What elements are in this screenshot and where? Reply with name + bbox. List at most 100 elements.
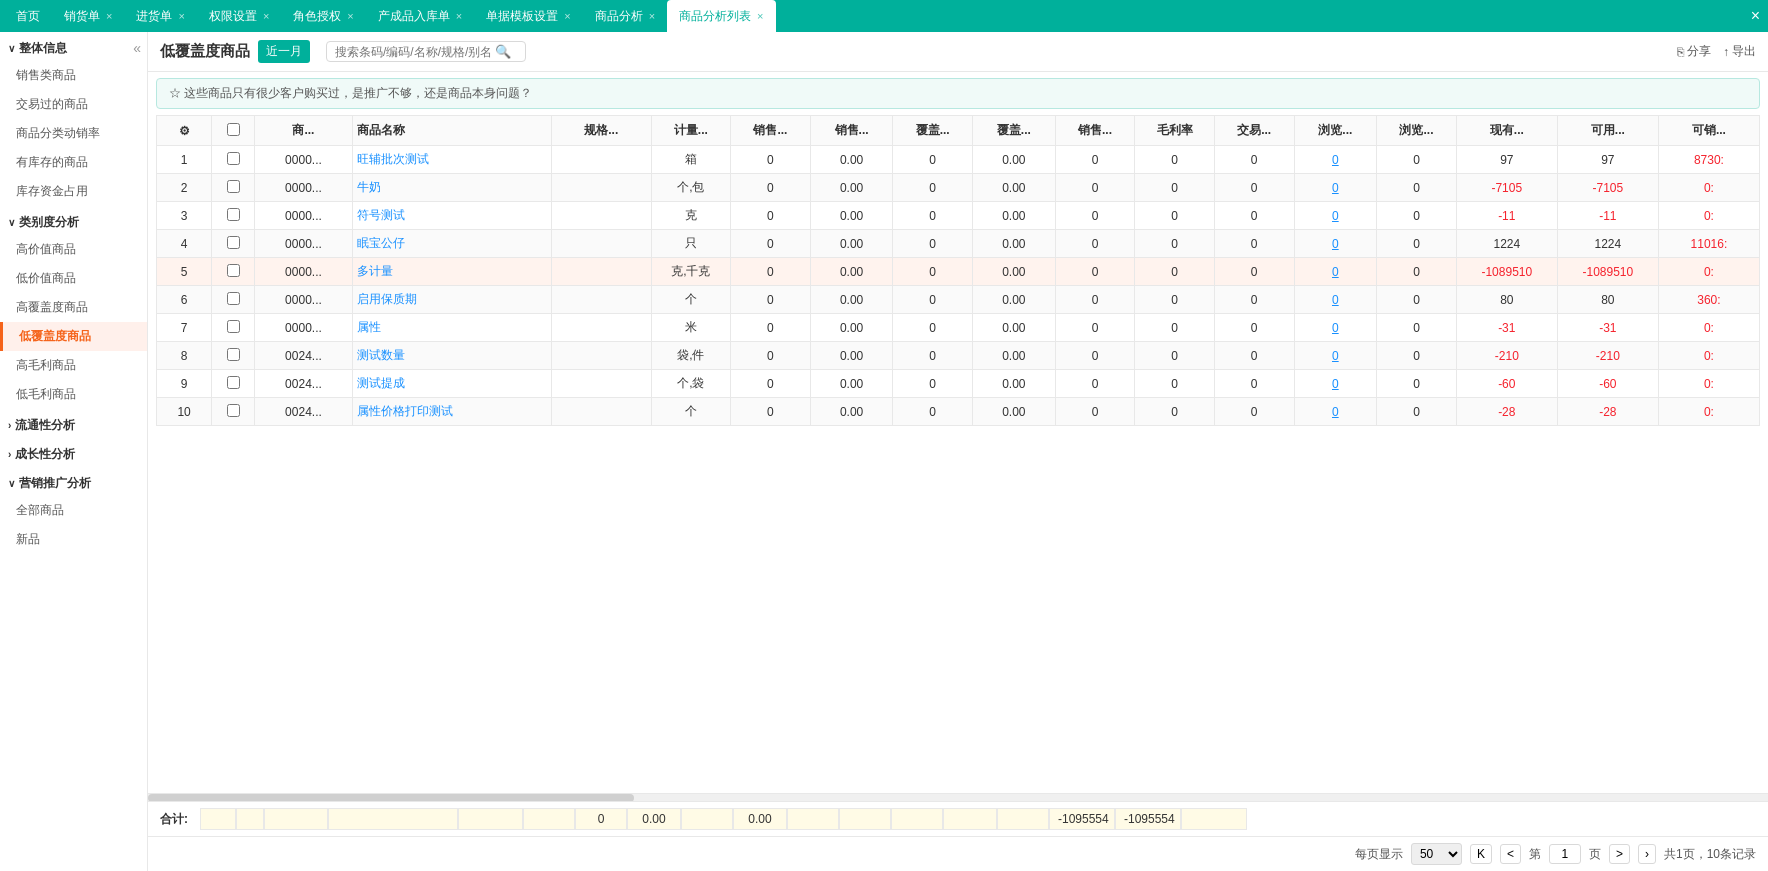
cell-check[interactable]: [212, 314, 255, 342]
cell-browse1[interactable]: 0: [1294, 146, 1377, 174]
sidebar-collapse-button[interactable]: «: [133, 40, 141, 56]
cell-check[interactable]: [212, 286, 255, 314]
cell-name[interactable]: 属性: [352, 314, 551, 342]
filter-recent-month-button[interactable]: 近一月: [258, 40, 310, 63]
col-header-sales3[interactable]: 销售...: [1055, 116, 1135, 146]
nav-tab-home[interactable]: 首页: [4, 0, 52, 32]
first-page-button[interactable]: K: [1470, 844, 1492, 864]
row-checkbox[interactable]: [227, 320, 240, 333]
row-checkbox[interactable]: [227, 236, 240, 249]
select-all-checkbox[interactable]: [227, 123, 240, 136]
sidebar-group-growth[interactable]: › 成长性分析: [0, 438, 147, 467]
sidebar-item-low-value[interactable]: 低价值商品: [0, 264, 147, 293]
cell-browse1[interactable]: 0: [1294, 258, 1377, 286]
sidebar-item-stocked-goods[interactable]: 有库存的商品: [0, 148, 147, 177]
nav-tab-close[interactable]: ×: [106, 10, 112, 22]
cell-name[interactable]: 多计量: [352, 258, 551, 286]
cell-browse1[interactable]: 0: [1294, 370, 1377, 398]
col-header-name[interactable]: 商品名称: [352, 116, 551, 146]
prev-page-button[interactable]: <: [1500, 844, 1521, 864]
cell-check[interactable]: [212, 174, 255, 202]
row-checkbox[interactable]: [227, 348, 240, 361]
col-header-browse2[interactable]: 浏览...: [1377, 116, 1457, 146]
col-header-unit[interactable]: 计量...: [651, 116, 731, 146]
next-page-button[interactable]: >: [1609, 844, 1630, 864]
cell-check[interactable]: [212, 370, 255, 398]
cell-browse1[interactable]: 0: [1294, 174, 1377, 202]
nav-tab-close[interactable]: ×: [456, 10, 462, 22]
cell-name[interactable]: 启用保质期: [352, 286, 551, 314]
nav-tab-permission[interactable]: 权限设置 ×: [197, 0, 281, 32]
nav-tab-close[interactable]: ×: [347, 10, 353, 22]
col-header-trade[interactable]: 交易...: [1214, 116, 1294, 146]
sidebar-group-marketing[interactable]: ∨ 营销推广分析: [0, 467, 147, 496]
cell-check[interactable]: [212, 342, 255, 370]
cell-browse1[interactable]: 0: [1294, 398, 1377, 426]
col-header-code[interactable]: 商...: [254, 116, 352, 146]
nav-tab-close[interactable]: ×: [649, 10, 655, 22]
col-header-check[interactable]: [212, 116, 255, 146]
nav-tab-close[interactable]: ×: [263, 10, 269, 22]
cell-name[interactable]: 旺辅批次测试: [352, 146, 551, 174]
cell-name[interactable]: 测试数量: [352, 342, 551, 370]
sidebar-item-high-value[interactable]: 高价值商品: [0, 235, 147, 264]
cell-check[interactable]: [212, 258, 255, 286]
nav-tab-role[interactable]: 角色授权 ×: [281, 0, 365, 32]
nav-tab-close[interactable]: ×: [564, 10, 570, 22]
export-button[interactable]: ↑ 导出: [1723, 43, 1756, 60]
col-header-spec[interactable]: 规格...: [551, 116, 651, 146]
cell-browse1[interactable]: 0: [1294, 202, 1377, 230]
share-button[interactable]: ⎘ 分享: [1677, 43, 1711, 60]
cell-browse1[interactable]: 0: [1294, 314, 1377, 342]
cell-name[interactable]: 测试提成: [352, 370, 551, 398]
sidebar-item-category-rate[interactable]: 商品分类动销率: [0, 119, 147, 148]
cell-name[interactable]: 属性价格打印测试: [352, 398, 551, 426]
row-checkbox[interactable]: [227, 376, 240, 389]
row-checkbox[interactable]: [227, 152, 240, 165]
cell-browse1[interactable]: 0: [1294, 342, 1377, 370]
nav-tab-close[interactable]: ×: [178, 10, 184, 22]
last-page-button[interactable]: ›: [1638, 844, 1656, 864]
close-all-tabs-button[interactable]: ×: [1751, 7, 1760, 25]
cell-name[interactable]: 牛奶: [352, 174, 551, 202]
sidebar-item-high-margin[interactable]: 高毛利商品: [0, 351, 147, 380]
sidebar-item-low-margin[interactable]: 低毛利商品: [0, 380, 147, 409]
page-size-select[interactable]: 50 100 200: [1411, 843, 1462, 865]
nav-tab-sales[interactable]: 销货单 ×: [52, 0, 124, 32]
col-header-avail[interactable]: 可用...: [1557, 116, 1658, 146]
col-header-sale[interactable]: 可销...: [1658, 116, 1759, 146]
current-page-input[interactable]: [1549, 844, 1581, 864]
col-header-cover1[interactable]: 覆盖...: [893, 116, 973, 146]
sidebar-group-circulation[interactable]: › 流通性分析: [0, 409, 147, 438]
nav-tab-analysis-list[interactable]: 商品分析列表 ×: [667, 0, 775, 32]
sidebar-item-all-goods[interactable]: 全部商品: [0, 496, 147, 525]
cell-name[interactable]: 符号测试: [352, 202, 551, 230]
col-header-sales-num[interactable]: 销售...: [731, 116, 811, 146]
sidebar-item-high-coverage[interactable]: 高覆盖度商品: [0, 293, 147, 322]
cell-check[interactable]: [212, 146, 255, 174]
nav-tab-product[interactable]: 产成品入库单 ×: [366, 0, 474, 32]
sidebar-item-traded-goods[interactable]: 交易过的商品: [0, 90, 147, 119]
row-checkbox[interactable]: [227, 404, 240, 417]
col-header-sales-amt[interactable]: 销售...: [810, 116, 893, 146]
col-header-browse1[interactable]: 浏览...: [1294, 116, 1377, 146]
cell-check[interactable]: [212, 202, 255, 230]
row-checkbox[interactable]: [227, 292, 240, 305]
sidebar-group-category[interactable]: ∨ 类别度分析: [0, 206, 147, 235]
cell-browse1[interactable]: 0: [1294, 286, 1377, 314]
col-header-cur[interactable]: 现有...: [1456, 116, 1557, 146]
sidebar-item-new-goods[interactable]: 新品: [0, 525, 147, 554]
nav-tab-analysis[interactable]: 商品分析 ×: [583, 0, 667, 32]
horizontal-scrollbar[interactable]: [148, 793, 1768, 801]
col-header-settings[interactable]: ⚙: [157, 116, 212, 146]
cell-name[interactable]: 眠宝公仔: [352, 230, 551, 258]
sidebar-group-overall[interactable]: ∨ 整体信息: [0, 32, 147, 61]
col-header-gross[interactable]: 毛利率: [1135, 116, 1215, 146]
col-header-cover2[interactable]: 覆盖...: [973, 116, 1056, 146]
cell-check[interactable]: [212, 230, 255, 258]
search-input[interactable]: [335, 45, 495, 59]
nav-tab-close-active[interactable]: ×: [757, 10, 763, 22]
row-checkbox[interactable]: [227, 208, 240, 221]
nav-tab-template[interactable]: 单据模板设置 ×: [474, 0, 582, 32]
sidebar-item-stock-funds[interactable]: 库存资金占用: [0, 177, 147, 206]
